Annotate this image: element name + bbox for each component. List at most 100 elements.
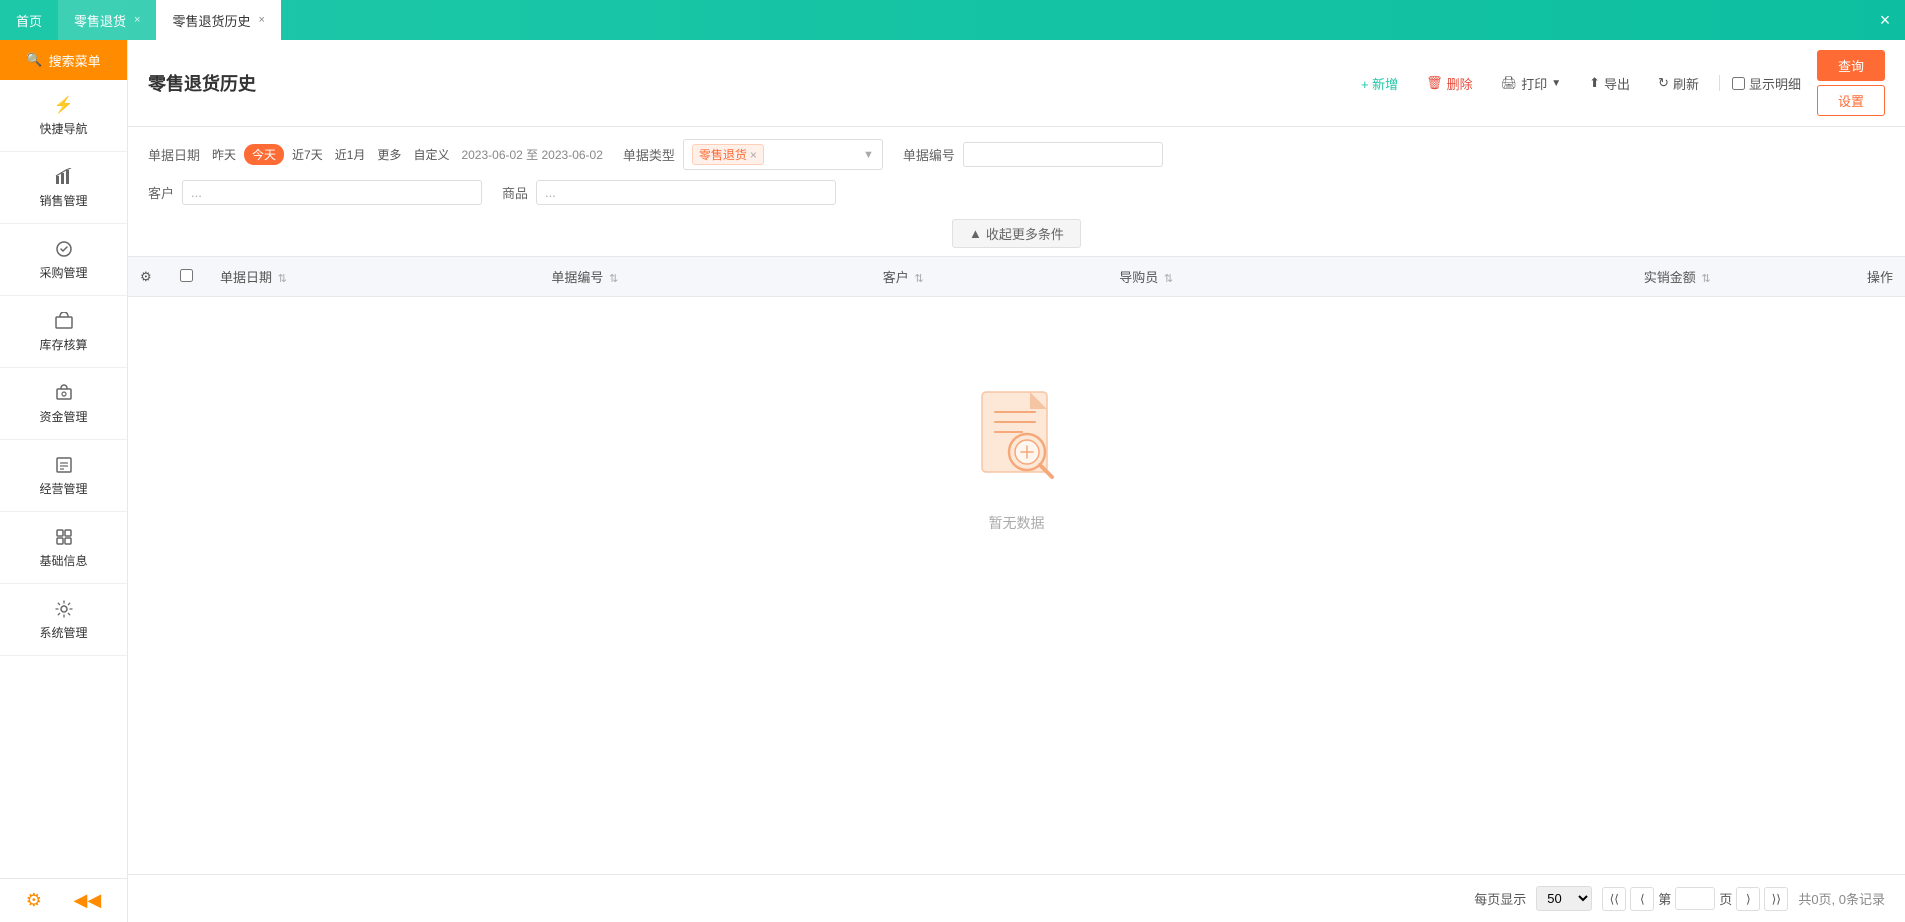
sidebar-item-basic-info-label: 基础信息 xyxy=(39,552,87,569)
add-label: + 新增 xyxy=(1361,74,1398,93)
th-customer[interactable]: 客户 ⇅ xyxy=(871,257,1108,297)
th-doc-no[interactable]: 单据编号 ⇅ xyxy=(539,257,870,297)
date-btn-yesterday[interactable]: 昨天 xyxy=(208,144,240,165)
goods-placeholder: ... xyxy=(545,185,556,200)
doc-type-tag-remove[interactable]: × xyxy=(750,148,757,162)
delete-button[interactable]: 🗑 删除 xyxy=(1418,70,1481,97)
date-btn-today[interactable]: 今天 xyxy=(244,144,284,165)
filter-row-1: 单据日期 昨天 今天 近7天 近1月 更多 自定义 2023-06-02 至 2… xyxy=(148,139,1885,170)
page-last-button[interactable]: ⟩⟩ xyxy=(1764,887,1788,911)
export-icon: ⬆ xyxy=(1589,75,1600,91)
sidebar-item-inventory[interactable]: 库存核算 xyxy=(0,296,127,368)
print-label: 打印 xyxy=(1521,74,1547,93)
print-button[interactable]: 🖨 打印 ▼ xyxy=(1493,70,1569,97)
data-table: ⚙ 单据日期 ⇅ 单据编号 ⇅ 客户 xyxy=(128,257,1905,613)
sidebar-item-operations[interactable]: 经营管理 xyxy=(0,440,127,512)
customer-label: 客户 xyxy=(148,183,174,202)
empty-state-icon xyxy=(957,377,1077,497)
tab-retail-return-history-close[interactable]: × xyxy=(258,14,264,26)
sidebar-item-sys-mgmt[interactable]: 系统管理 xyxy=(0,584,127,656)
page-first-button[interactable]: ⟨⟨ xyxy=(1602,887,1626,911)
th-amount-sort-icon: ⇅ xyxy=(1701,273,1710,285)
sidebar-item-purchase-mgmt[interactable]: 采购管理 xyxy=(0,224,127,296)
inventory-icon xyxy=(53,310,75,332)
export-button[interactable]: ⬆ 导出 xyxy=(1581,70,1638,97)
page-prev-button[interactable]: ⟨ xyxy=(1630,887,1654,911)
th-guide[interactable]: 导购员 ⇅ xyxy=(1107,257,1391,297)
refresh-button[interactable]: ↻ 刷新 xyxy=(1650,70,1707,97)
sidebar-item-operations-label: 经营管理 xyxy=(39,480,87,497)
tab-home[interactable]: 首页 xyxy=(0,0,58,40)
collapse-arrow-icon: ▲ xyxy=(969,226,982,241)
show-detail-wrap: 显示明细 xyxy=(1732,74,1801,93)
tab-bar: 首页 零售退货 × 零售退货历史 × xyxy=(0,0,1865,40)
show-detail-checkbox[interactable] xyxy=(1732,77,1745,90)
collapse-row: ▲ 收起更多条件 xyxy=(148,215,1885,248)
doc-type-tag-value: 零售退货 xyxy=(699,146,747,163)
date-buttons: 昨天 今天 近7天 近1月 更多 自定义 xyxy=(208,144,453,165)
date-btn-last-month[interactable]: 近1月 xyxy=(331,144,370,165)
th-actions-label: 操作 xyxy=(1867,270,1893,285)
date-btn-more[interactable]: 更多 xyxy=(373,144,405,165)
goods-select[interactable]: ... xyxy=(536,180,836,205)
select-all-checkbox[interactable] xyxy=(180,269,193,282)
th-settings[interactable]: ⚙ xyxy=(128,257,168,297)
th-doc-no-label: 单据编号 xyxy=(551,270,603,285)
add-button[interactable]: + 新增 xyxy=(1353,70,1406,97)
tab-home-label: 首页 xyxy=(16,11,42,30)
total-info: 共0页, 0条记录 xyxy=(1798,889,1885,908)
settings-button[interactable]: 设置 xyxy=(1817,85,1885,116)
filter-row-2: 客户 ... 商品 ... xyxy=(148,180,1885,205)
purchase-mgmt-icon xyxy=(53,238,75,260)
doc-no-label: 单据编号 xyxy=(903,145,955,164)
empty-state-row: 暂无数据 xyxy=(128,297,1905,614)
tab-retail-return-label: 零售退货 xyxy=(74,11,126,30)
date-filter-group: 单据日期 昨天 今天 近7天 近1月 更多 自定义 2023-06-02 至 2… xyxy=(148,144,603,165)
doc-no-input[interactable] xyxy=(963,142,1163,167)
sidebar-item-basic-info[interactable]: 基础信息 xyxy=(0,512,127,584)
date-btn-custom[interactable]: 自定义 xyxy=(409,144,453,165)
sidebar-item-quick-nav-label: 快捷导航 xyxy=(39,120,87,137)
toolbar-divider xyxy=(1719,75,1720,91)
sidebar-search[interactable]: 🔍 搜索菜单 xyxy=(0,40,127,80)
th-check xyxy=(168,257,208,297)
th-doc-date-label: 单据日期 xyxy=(220,270,272,285)
audio-bottom-icon[interactable]: ◀◀ xyxy=(74,890,102,911)
doc-type-dropdown-icon: ▼ xyxy=(863,149,874,161)
settings-bottom-icon[interactable]: ⚙ xyxy=(26,890,42,911)
refresh-label: 刷新 xyxy=(1673,74,1699,93)
tab-retail-return-history[interactable]: 零售退货历史 × xyxy=(156,0,280,40)
sidebar: 🔍 搜索菜单 ⚡ 快捷导航 销售管理 采购管理 xyxy=(0,40,128,922)
page-number-input[interactable]: 1 xyxy=(1675,887,1715,910)
page-size-select[interactable]: 20 50 100 xyxy=(1536,886,1592,911)
customer-select[interactable]: ... xyxy=(182,180,482,205)
tab-retail-return-history-label: 零售退货历史 xyxy=(172,11,250,30)
tab-retail-return-close[interactable]: × xyxy=(134,14,140,26)
doc-type-select[interactable]: 零售退货 × ▼ xyxy=(683,139,883,170)
print-icon: 🖨 xyxy=(1501,75,1518,91)
sidebar-item-finance-label: 资金管理 xyxy=(39,408,87,425)
date-btn-last7[interactable]: 近7天 xyxy=(288,144,327,165)
date-filter-label: 单据日期 xyxy=(148,145,200,164)
query-button[interactable]: 查询 xyxy=(1817,50,1885,81)
th-customer-sort-icon: ⇅ xyxy=(914,273,923,285)
tab-retail-return[interactable]: 零售退货 × xyxy=(58,0,156,40)
th-doc-no-sort-icon: ⇅ xyxy=(609,273,618,285)
th-customer-label: 客户 xyxy=(883,270,909,285)
quick-nav-icon: ⚡ xyxy=(53,94,75,116)
window-close-button[interactable]: × xyxy=(1865,0,1905,40)
delete-label: 删除 xyxy=(1447,74,1473,93)
content-area: 零售退货历史 + 新增 🗑 删除 🖨 打印 ▼ xyxy=(128,40,1905,922)
th-guide-sort-icon: ⇅ xyxy=(1164,273,1173,285)
th-actions: 操作 xyxy=(1723,257,1905,297)
th-doc-date[interactable]: 单据日期 ⇅ xyxy=(208,257,539,297)
empty-text: 暂无数据 xyxy=(989,513,1045,533)
collapse-button[interactable]: ▲ 收起更多条件 xyxy=(952,219,1081,248)
table-header-row: ⚙ 单据日期 ⇅ 单据编号 ⇅ 客户 xyxy=(128,257,1905,297)
sidebar-item-finance[interactable]: 资金管理 xyxy=(0,368,127,440)
th-amount[interactable]: 实销金额 ⇅ xyxy=(1391,257,1722,297)
page-next-button[interactable]: ⟩ xyxy=(1736,887,1760,911)
sidebar-item-quick-nav[interactable]: ⚡ 快捷导航 xyxy=(0,80,127,152)
sidebar-item-sales-mgmt[interactable]: 销售管理 xyxy=(0,152,127,224)
page-header: 零售退货历史 + 新增 🗑 删除 🖨 打印 ▼ xyxy=(128,40,1905,127)
